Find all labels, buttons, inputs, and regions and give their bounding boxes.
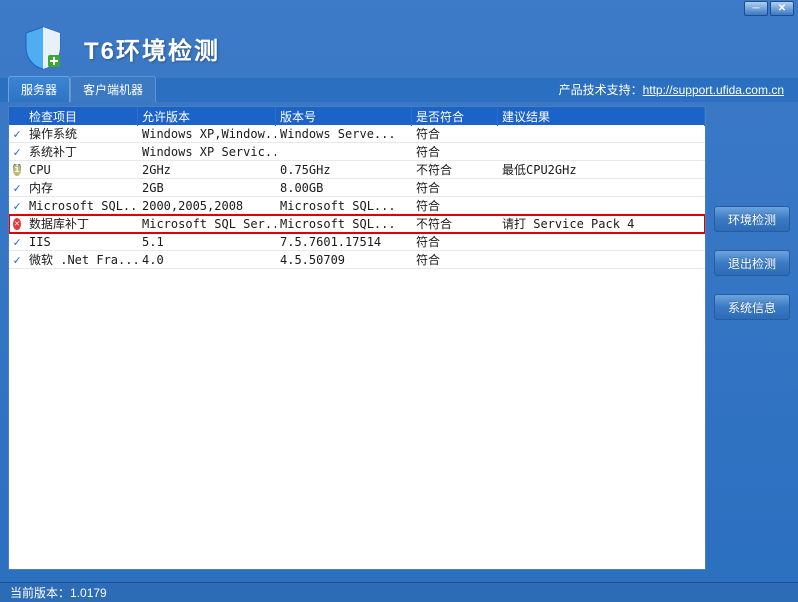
col-match: 是否符合	[412, 107, 498, 126]
cell-item: 操作系统	[25, 125, 138, 142]
tab-bar: 服务器客户端机器 产品技术支持：http://support.ufida.com…	[0, 78, 798, 102]
table-row[interactable]: ✓ 操作系统Windows XP,Window...Windows Serve..…	[9, 125, 705, 143]
cell-advice: 最低CPU2GHz	[498, 161, 705, 178]
cell-allow: 2GHz	[138, 163, 276, 177]
cell-match: 不符合	[412, 161, 498, 178]
table-row[interactable]: ✕ 数据库补丁Microsoft SQL Ser...Microsoft SQL.…	[9, 215, 705, 233]
col-version: 版本号	[276, 107, 412, 126]
check-icon: ✓	[13, 253, 20, 267]
table-row[interactable]: i CPU2GHz0.75GHz不符合最低CPU2GHz	[9, 161, 705, 179]
cell-match: 符合	[412, 125, 498, 142]
cell-item: Microsoft SQL...	[25, 199, 138, 213]
cell-match: 符合	[412, 143, 498, 160]
sysinfo-button[interactable]: 系统信息	[714, 294, 790, 320]
info-icon: i	[13, 164, 21, 176]
cell-version: Microsoft SQL...	[276, 217, 412, 231]
main-area: 检查项目 允许版本 版本号 是否符合 建议结果 ✓ 操作系统Windows XP,…	[8, 106, 790, 570]
table-row[interactable]: ✓ 内存2GB8.00GB符合	[9, 179, 705, 197]
header: T6环境检测	[0, 18, 798, 78]
check-button[interactable]: 环境检测	[714, 206, 790, 232]
status-version: 1.0179	[70, 586, 107, 600]
table-header: 检查项目 允许版本 版本号 是否符合 建议结果	[9, 107, 705, 125]
app-title: T6环境检测	[84, 31, 220, 66]
col-allow: 允许版本	[138, 107, 276, 126]
check-icon: ✓	[13, 235, 20, 249]
check-icon: ✓	[13, 181, 20, 195]
cell-version: Microsoft SQL...	[276, 199, 412, 213]
cell-allow: 2000,2005,2008	[138, 199, 276, 213]
minimize-button[interactable]: ─	[744, 1, 768, 16]
results-table: 检查项目 允许版本 版本号 是否符合 建议结果 ✓ 操作系统Windows XP,…	[8, 106, 706, 570]
check-icon: ✓	[13, 127, 20, 141]
status-bar: 当前版本： 1.0179	[0, 582, 798, 602]
cell-allow: Windows XP Servic...	[138, 145, 276, 159]
tab-0[interactable]: 服务器	[8, 76, 70, 102]
col-advice: 建议结果	[498, 107, 705, 126]
table-row[interactable]: ✓ 系统补丁Windows XP Servic... 符合	[9, 143, 705, 161]
cell-match: 符合	[412, 233, 498, 250]
cell-item: IIS	[25, 235, 138, 249]
cell-allow: Microsoft SQL Ser...	[138, 217, 276, 231]
side-buttons: 环境检测 退出检测 系统信息	[714, 106, 790, 570]
check-icon: ✓	[13, 199, 20, 213]
cell-item: 微软 .Net Fra...	[25, 251, 138, 268]
exit-button[interactable]: 退出检测	[714, 250, 790, 276]
cell-allow: 5.1	[138, 235, 276, 249]
cell-version: 4.5.50709	[276, 253, 412, 267]
col-item: 检查项目	[25, 107, 138, 126]
cell-match: 符合	[412, 251, 498, 268]
cell-version: Windows Serve...	[276, 127, 412, 141]
table-row[interactable]: ✓ 微软 .Net Fra...4.04.5.50709符合	[9, 251, 705, 269]
cell-allow: 4.0	[138, 253, 276, 267]
table-row[interactable]: ✓ Microsoft SQL...2000,2005,2008Microsoft…	[9, 197, 705, 215]
close-button[interactable]: ✕	[770, 1, 794, 16]
cell-version: 8.00GB	[276, 181, 412, 195]
cell-item: 系统补丁	[25, 143, 138, 160]
check-icon: ✓	[13, 145, 20, 159]
tab-1[interactable]: 客户端机器	[70, 76, 156, 102]
error-icon: ✕	[13, 218, 21, 230]
cell-item: CPU	[25, 163, 138, 177]
status-label: 当前版本：	[10, 584, 70, 601]
shield-icon	[20, 25, 66, 71]
window-titlebar: ─ ✕	[0, 0, 798, 18]
cell-version: 0.75GHz	[276, 163, 412, 177]
cell-match: 不符合	[412, 215, 498, 232]
cell-advice: 请打 Service Pack 4	[498, 215, 705, 232]
cell-match: 符合	[412, 179, 498, 196]
cell-item: 数据库补丁	[25, 215, 138, 232]
cell-match: 符合	[412, 197, 498, 214]
cell-version: 7.5.7601.17514	[276, 235, 412, 249]
cell-item: 内存	[25, 179, 138, 196]
table-body: ✓ 操作系统Windows XP,Window...Windows Serve..…	[9, 125, 705, 569]
cell-allow: Windows XP,Window...	[138, 127, 276, 141]
table-row[interactable]: ✓ IIS5.17.5.7601.17514符合	[9, 233, 705, 251]
support-link: 产品技术支持：http://support.ufida.com.cn	[559, 81, 784, 98]
support-url[interactable]: http://support.ufida.com.cn	[643, 83, 784, 97]
cell-allow: 2GB	[138, 181, 276, 195]
